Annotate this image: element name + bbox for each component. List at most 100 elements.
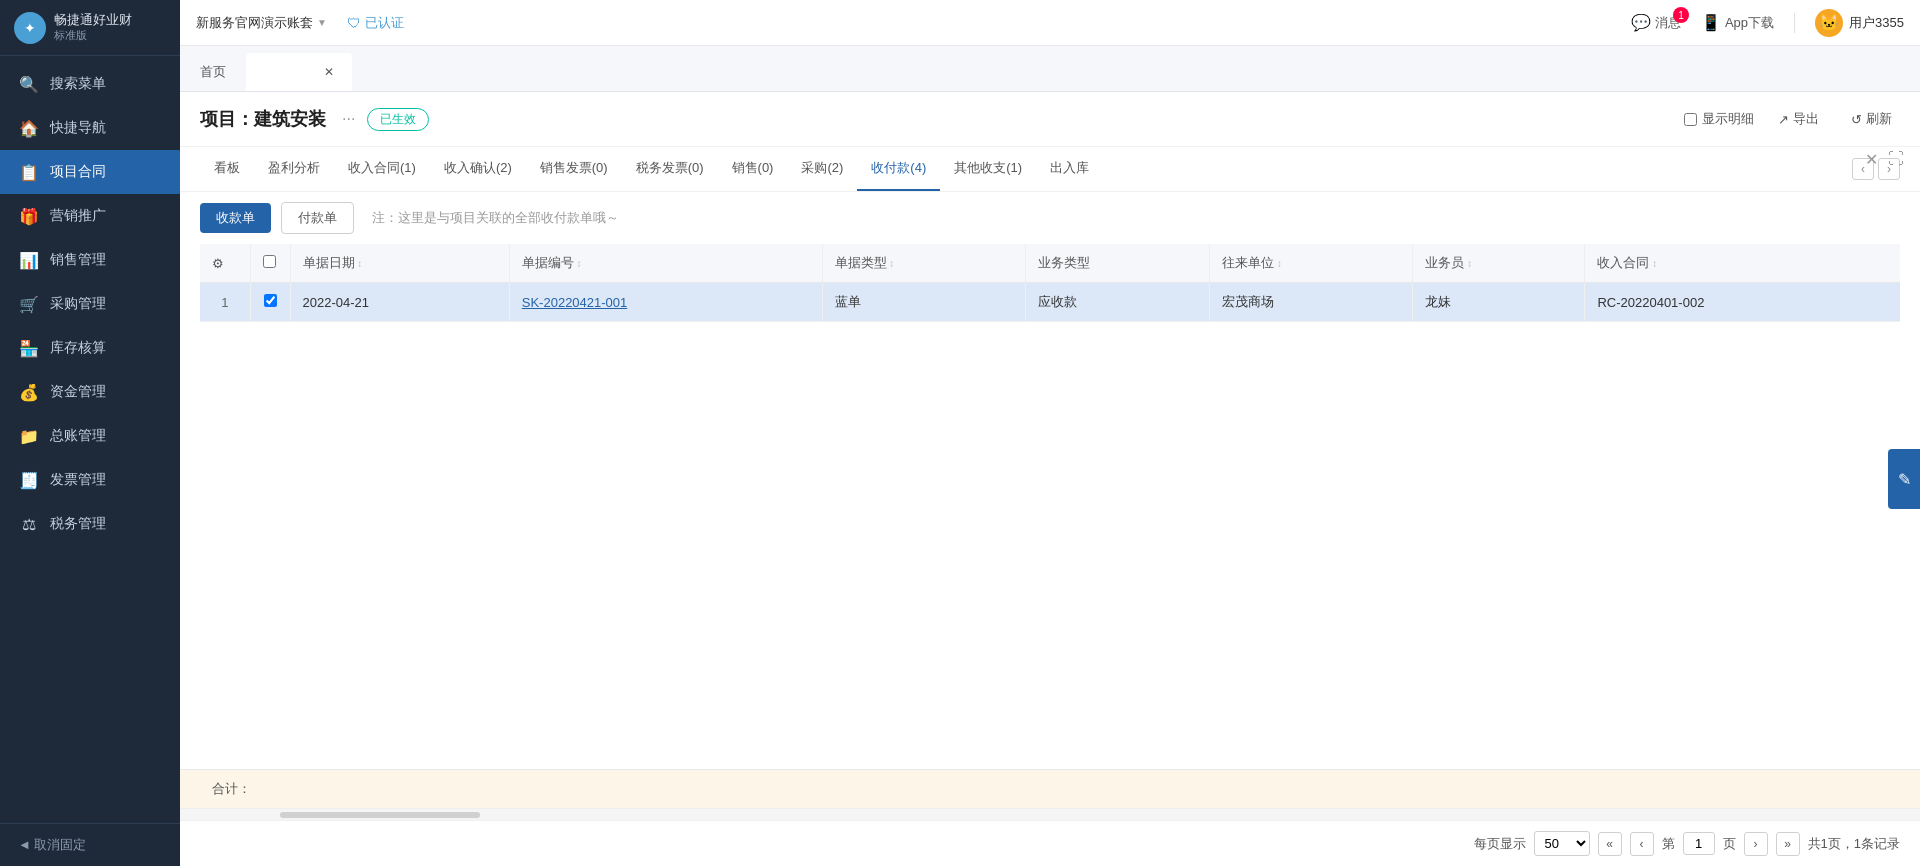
cell-number[interactable]: SK-20220421-001: [509, 283, 822, 322]
page-summary: 共1页，1条记录: [1808, 835, 1900, 853]
receipt-button[interactable]: 收款单: [200, 203, 271, 233]
table-area: 收款单 付款单 注：这里是与项目关联的全部收付款单哦～ ⚙ 单据日期 单据编号 …: [180, 192, 1920, 866]
right-float-button[interactable]: ✎: [1888, 449, 1920, 509]
show-detail-label: 显示明细: [1702, 110, 1754, 128]
sub-tab-sales[interactable]: 销售(0): [718, 147, 788, 191]
project-title: 项目：建筑安装: [200, 107, 326, 131]
horizontal-scrollbar[interactable]: [180, 808, 1920, 820]
home-icon: 🏠: [18, 117, 40, 139]
sidebar: ✦ 畅捷通好业财 标准版 🔍 搜索菜单 🏠 快捷导航 📋 项目合同 🎁 营销推广…: [0, 0, 180, 866]
project-header: 项目：建筑安装 ··· 已生效 显示明细 ↗ 导出 ↺ 刷新: [180, 92, 1920, 147]
table-controls: 收款单 付款单 注：这里是与项目关联的全部收付款单哦～: [180, 192, 1920, 244]
first-page-button[interactable]: «: [1598, 832, 1622, 856]
col-type[interactable]: 单据类型: [822, 244, 1025, 283]
sub-tab-tax-invoice[interactable]: 税务发票(0): [622, 147, 718, 191]
topbar: 新服务官网演示账套 ▼ 🛡 已认证 💬 消息 1 📱 App下载 🐱 用户335…: [180, 0, 1920, 46]
table-row[interactable]: 1 2022-04-21 SK-20220421-001 蓝单 应收款 宏茂商场…: [200, 283, 1900, 322]
close-window-icon[interactable]: ✕: [1865, 150, 1878, 169]
sidebar-unpin-label: ◄ 取消固定: [18, 836, 86, 854]
sub-tab-kanban[interactable]: 看板: [200, 147, 254, 191]
sidebar-item-tax-label: 税务管理: [50, 515, 106, 533]
sidebar-item-search[interactable]: 🔍 搜索菜单: [0, 62, 180, 106]
show-detail-input[interactable]: [1684, 113, 1697, 126]
prev-page-button[interactable]: ‹: [1630, 832, 1654, 856]
last-page-button[interactable]: »: [1776, 832, 1800, 856]
sidebar-item-tax[interactable]: ⚖ 税务管理: [0, 502, 180, 546]
col-number[interactable]: 单据编号: [509, 244, 822, 283]
sidebar-item-contract[interactable]: 📋 项目合同: [0, 150, 180, 194]
refresh-button[interactable]: ↺ 刷新: [1843, 106, 1900, 132]
user-avatar: 🐱: [1815, 9, 1843, 37]
purchase-icon: 🛒: [18, 293, 40, 315]
payment-button[interactable]: 付款单: [281, 202, 354, 234]
select-all-checkbox[interactable]: [263, 255, 276, 268]
total-label: 合计：: [212, 781, 251, 796]
account-selector[interactable]: 新服务官网演示账套 ▼: [196, 14, 327, 32]
page-label: 第: [1662, 835, 1675, 853]
sidebar-item-quicknav[interactable]: 🏠 快捷导航: [0, 106, 180, 150]
sidebar-item-funds-label: 资金管理: [50, 383, 106, 401]
edit-float-icon: ✎: [1898, 470, 1911, 489]
sidebar-item-search-label: 搜索菜单: [50, 75, 106, 93]
sidebar-item-marketing[interactable]: 🎁 营销推广: [0, 194, 180, 238]
sub-tab-other[interactable]: 其他收支(1): [940, 147, 1036, 191]
table-note: 注：这里是与项目关联的全部收付款单哦～: [372, 209, 619, 227]
sidebar-item-sales[interactable]: 📊 销售管理: [0, 238, 180, 282]
tab-close-icon[interactable]: ✕: [324, 65, 334, 79]
scrollbar-thumb[interactable]: [280, 812, 480, 818]
tab-home[interactable]: 首页: [180, 53, 246, 91]
sidebar-item-inventory[interactable]: 🏪 库存核算: [0, 326, 180, 370]
col-contract[interactable]: 收入合同: [1585, 244, 1900, 283]
sidebar-item-invoice[interactable]: 🧾 发票管理: [0, 458, 180, 502]
sub-tab-warehouse[interactable]: 出入库: [1036, 147, 1103, 191]
message-button[interactable]: 💬 消息 1: [1631, 13, 1681, 32]
app-edition: 标准版: [54, 28, 132, 43]
sidebar-item-ledger[interactable]: 📁 总账管理: [0, 414, 180, 458]
doc-number-link[interactable]: SK-20220421-001: [522, 295, 628, 310]
col-partner[interactable]: 往来单位: [1210, 244, 1413, 283]
sub-tab-payment[interactable]: 收付款(4): [857, 147, 940, 191]
app-name: 畅捷通好业财: [54, 12, 132, 29]
app-download-button[interactable]: 📱 App下载: [1701, 13, 1774, 32]
sub-tab-income-confirm[interactable]: 收入确认(2): [430, 147, 526, 191]
col-salesperson[interactable]: 业务员: [1413, 244, 1585, 283]
show-detail-checkbox[interactable]: 显示明细: [1684, 110, 1754, 128]
app-download-label: App下载: [1725, 14, 1774, 32]
sub-tab-purchase[interactable]: 采购(2): [787, 147, 857, 191]
tab-project-board[interactable]: 项目看板 ✕: [246, 53, 352, 91]
user-label: 用户3355: [1849, 14, 1904, 32]
sub-tab-sales-invoice[interactable]: 销售发票(0): [526, 147, 622, 191]
page-size-select[interactable]: 50 20 100: [1534, 831, 1590, 856]
funds-icon: 💰: [18, 381, 40, 403]
col-biz-type: 业务类型: [1025, 244, 1210, 283]
col-date[interactable]: 单据日期: [290, 244, 509, 283]
account-name: 新服务官网演示账套: [196, 14, 313, 32]
sidebar-unpin-button[interactable]: ◄ 取消固定: [0, 823, 180, 866]
sidebar-item-contract-label: 项目合同: [50, 163, 106, 181]
col-checkbox: [250, 244, 290, 283]
next-page-button[interactable]: ›: [1744, 832, 1768, 856]
page-size-label: 每页显示: [1474, 835, 1526, 853]
col-gear[interactable]: ⚙: [200, 244, 250, 283]
sidebar-item-invoice-label: 发票管理: [50, 471, 106, 489]
export-button[interactable]: ↗ 导出: [1770, 106, 1827, 132]
sidebar-item-funds[interactable]: 💰 资金管理: [0, 370, 180, 414]
sales-icon: 📊: [18, 249, 40, 271]
invoice-icon: 🧾: [18, 469, 40, 491]
cell-checkbox[interactable]: [250, 283, 290, 322]
sub-tab-profit[interactable]: 盈利分析: [254, 147, 334, 191]
user-menu[interactable]: 🐱 用户3355: [1815, 9, 1904, 37]
sidebar-item-purchase[interactable]: 🛒 采购管理: [0, 282, 180, 326]
phone-icon: 📱: [1701, 13, 1721, 32]
sidebar-logo: ✦ 畅捷通好业财 标准版: [0, 0, 180, 56]
sub-tab-income-contract[interactable]: 收入合同(1): [334, 147, 430, 191]
col-type-label: 单据类型: [835, 255, 887, 270]
content-area: ✕ ⛶ 项目：建筑安装 ··· 已生效 显示明细 ↗ 导出 ↺: [180, 92, 1920, 866]
maximize-window-icon[interactable]: ⛶: [1888, 150, 1904, 169]
project-more-icon[interactable]: ···: [342, 110, 355, 128]
account-chevron-icon: ▼: [317, 17, 327, 28]
sidebar-item-inventory-label: 库存核算: [50, 339, 106, 357]
page-input[interactable]: [1683, 832, 1715, 855]
col-salesperson-label: 业务员: [1425, 255, 1464, 270]
row-checkbox[interactable]: [264, 294, 277, 307]
